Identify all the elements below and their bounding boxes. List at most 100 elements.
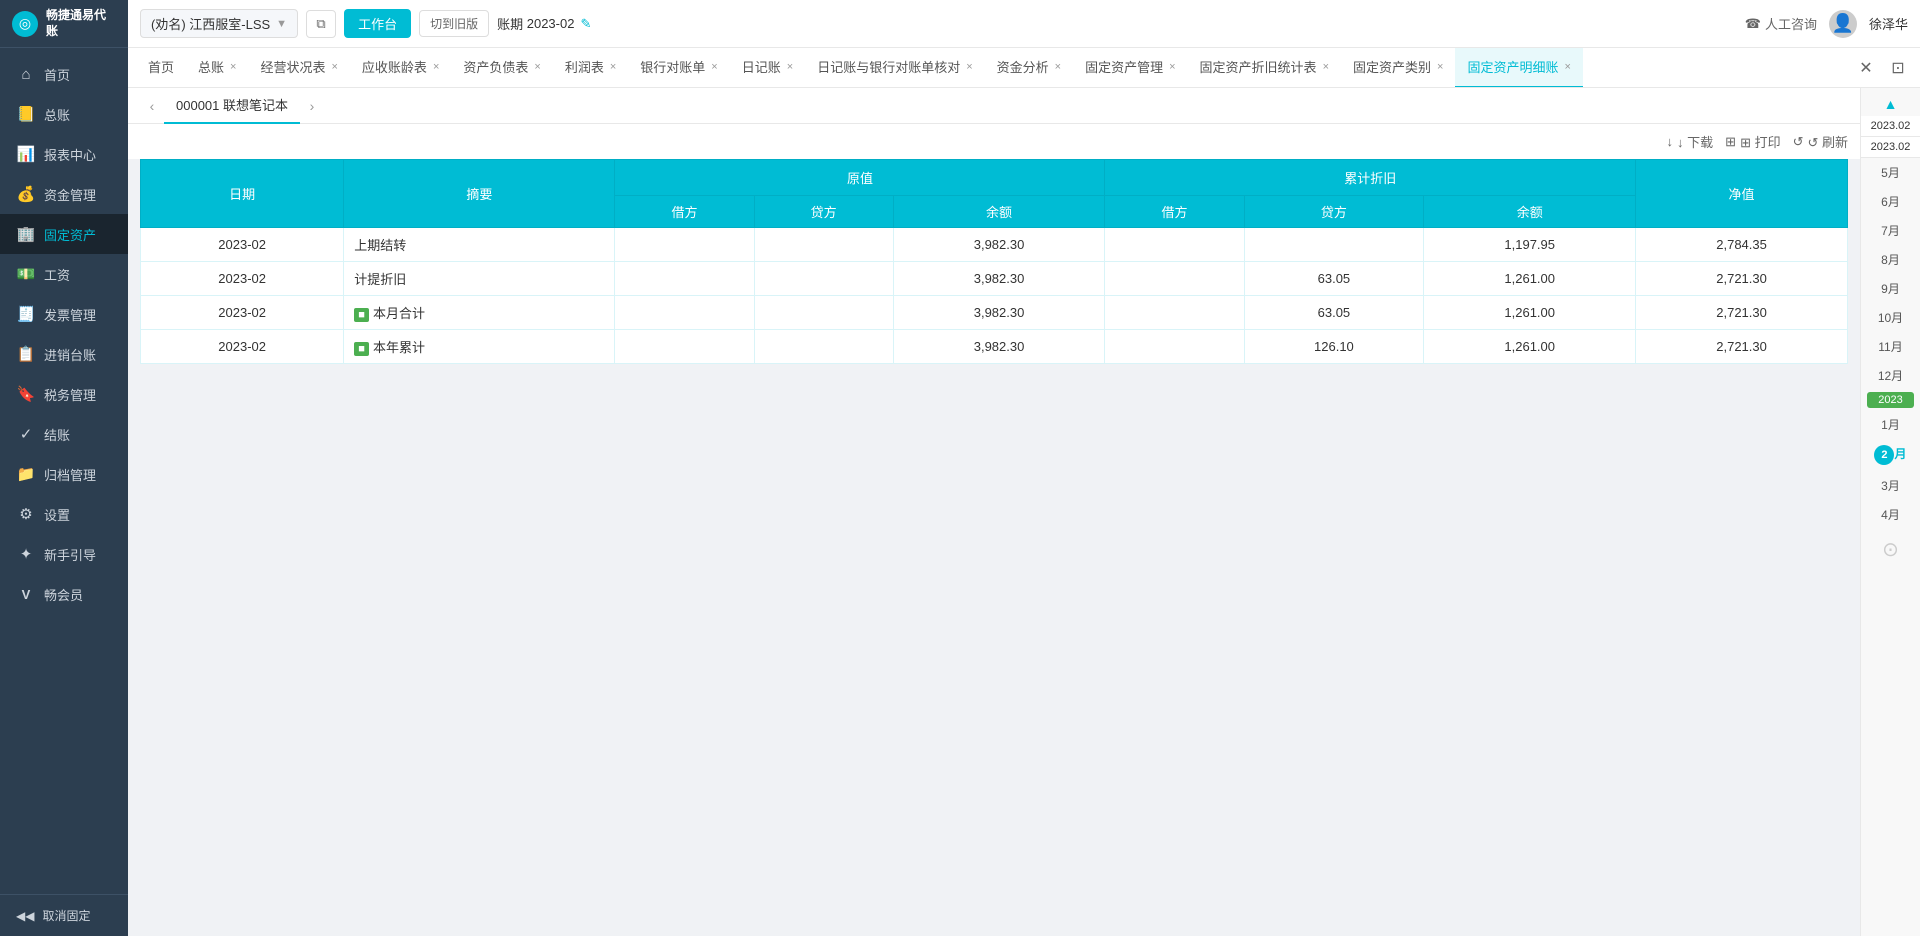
date-nav-month-5[interactable]: 5月: [1861, 158, 1920, 187]
sidebar-item-home[interactable]: ⌂ 首页: [0, 54, 128, 94]
invoice-icon: 🧾: [16, 304, 36, 324]
tab-ledger[interactable]: 总账 ×: [186, 48, 248, 88]
date-nav-month-12[interactable]: 12月: [1861, 361, 1920, 390]
date-nav-month-2[interactable]: 2月: [1861, 439, 1920, 471]
tab-fa-mgmt[interactable]: 固定资产管理 ×: [1073, 48, 1187, 88]
tab-status[interactable]: 经营状况表 ×: [248, 48, 349, 88]
row-description: ■本月合计: [344, 296, 615, 330]
user-avatar[interactable]: 👤: [1829, 10, 1857, 38]
table-toolbar: ↓ ↓ 下载 ⊞ ⊞ 打印 ↺ ↺ 刷新: [128, 124, 1860, 159]
row-tag: ■: [354, 342, 369, 356]
sidebar-item-settings[interactable]: ⚙ 设置: [0, 494, 128, 534]
sub-tab-asset-001[interactable]: 000001 联想笔记本: [164, 88, 300, 124]
tab-fa-depr-close[interactable]: ×: [1323, 61, 1329, 73]
date-nav-month-8[interactable]: 8月: [1861, 245, 1920, 274]
tab-bank-label: 银行对账单: [640, 57, 705, 76]
date-nav-month-9[interactable]: 9月: [1861, 274, 1920, 303]
sidebar-footer-unpin[interactable]: ◀◀ 取消固定: [0, 894, 128, 936]
copy-company-button[interactable]: ⧉: [306, 10, 336, 38]
date-nav-header-1: 2023.02: [1861, 116, 1920, 137]
tab-fa-depr[interactable]: 固定资产折旧统计表 ×: [1188, 48, 1341, 88]
tab-profit-close[interactable]: ×: [610, 61, 616, 73]
date-nav-scroll-icon[interactable]: ⊙: [1882, 529, 1899, 570]
workbench-button[interactable]: 工作台: [344, 9, 411, 38]
sidebar-item-ledger[interactable]: 📒 总账: [0, 94, 128, 134]
date-nav-month-3[interactable]: 3月: [1861, 471, 1920, 500]
username-label[interactable]: 徐泽华: [1869, 14, 1908, 33]
tab-fa-type[interactable]: 固定资产类别 ×: [1341, 48, 1455, 88]
tab-receivable[interactable]: 应收账龄表 ×: [350, 48, 451, 88]
sidebar-item-label: 发票管理: [44, 305, 96, 324]
tab-funds-close[interactable]: ×: [1055, 61, 1061, 73]
sidebar-item-archive[interactable]: 📁 归档管理: [0, 454, 128, 494]
tab-bank-verify[interactable]: 日记账与银行对账单核对 ×: [805, 48, 984, 88]
sidebar-item-label: 结账: [44, 425, 70, 444]
archive-icon: 📁: [16, 464, 36, 484]
sidebar-item-member[interactable]: V 畅会员: [0, 574, 128, 614]
support-button[interactable]: ☎ 人工咨询: [1745, 14, 1817, 33]
tab-status-close[interactable]: ×: [331, 61, 337, 73]
tab-profit[interactable]: 利润表 ×: [553, 48, 628, 88]
col-header-description: 摘要: [344, 160, 615, 228]
date-nav-month-7[interactable]: 7月: [1861, 216, 1920, 245]
print-icon: ⊞: [1725, 134, 1736, 150]
sidebar-item-reports[interactable]: 📊 报表中心: [0, 134, 128, 174]
sidebar-item-label: 进销台账: [44, 345, 96, 364]
sub-tab-next-button[interactable]: ›: [300, 94, 324, 118]
sidebar-item-sales[interactable]: 📋 进销台账: [0, 334, 128, 374]
tab-funds[interactable]: 资金分析 ×: [985, 48, 1073, 88]
tab-status-label: 经营状况表: [260, 57, 325, 76]
tab-ledger-close[interactable]: ×: [230, 61, 236, 73]
row-accum-balance: 1,261.00: [1424, 262, 1636, 296]
row-accum-balance: 1,261.00: [1424, 330, 1636, 364]
sidebar-item-invoice[interactable]: 🧾 发票管理: [0, 294, 128, 334]
download-icon: ↓: [1667, 134, 1674, 149]
sidebar-item-close[interactable]: ✓ 结账: [0, 414, 128, 454]
row-accum-balance: 1,197.95: [1424, 228, 1636, 262]
sidebar-item-payroll[interactable]: 💵 工资: [0, 254, 128, 294]
date-nav-month-4[interactable]: 4月: [1861, 500, 1920, 529]
sidebar-item-fixed-assets[interactable]: 🏢 固定资产: [0, 214, 128, 254]
date-nav-month-1[interactable]: 1月: [1861, 410, 1920, 439]
tab-bank-close[interactable]: ×: [711, 61, 717, 73]
period-edit-icon[interactable]: ✎: [580, 16, 591, 32]
tab-journal-label: 日记账: [742, 57, 781, 76]
date-nav-up-button[interactable]: ▲: [1861, 92, 1920, 116]
date-nav-month-11[interactable]: 11月: [1861, 332, 1920, 361]
sidebar-item-guide[interactable]: ✦ 新手引导: [0, 534, 128, 574]
table-row: 2023-02 ■本年累计 3,982.30 126.10 1,261.00 2…: [141, 330, 1848, 364]
tab-fa-type-close[interactable]: ×: [1437, 61, 1443, 73]
download-button[interactable]: ↓ ↓ 下载: [1667, 132, 1714, 151]
tab-balance-close[interactable]: ×: [534, 61, 540, 73]
tab-journal-close[interactable]: ×: [787, 61, 793, 73]
tab-fa-mgmt-close[interactable]: ×: [1169, 61, 1175, 73]
print-button[interactable]: ⊞ ⊞ 打印: [1725, 132, 1780, 151]
switch-version-button[interactable]: 切到旧版: [419, 10, 489, 37]
tab-receivable-label: 应收账龄表: [362, 57, 427, 76]
tab-bank[interactable]: 银行对账单 ×: [628, 48, 729, 88]
sub-tab-prev-button[interactable]: ‹: [140, 94, 164, 118]
period-label: 账期: [497, 14, 523, 33]
tab-bank-verify-close[interactable]: ×: [966, 61, 972, 73]
company-selector[interactable]: (劝名) 江西服室-LSS ▼: [140, 9, 298, 38]
tab-fa-detail[interactable]: 固定资产明细账 ×: [1455, 48, 1582, 88]
sidebar-item-tax[interactable]: 🔖 税务管理: [0, 374, 128, 414]
sidebar-item-label: 税务管理: [44, 385, 96, 404]
date-nav-month-6[interactable]: 6月: [1861, 187, 1920, 216]
date-nav-month-10[interactable]: 10月: [1861, 303, 1920, 332]
tab-receivable-close[interactable]: ×: [433, 61, 439, 73]
refresh-button[interactable]: ↺ ↺ 刷新: [1793, 132, 1848, 151]
sidebar-item-funds[interactable]: 💰 资金管理: [0, 174, 128, 214]
tab-balance[interactable]: 资产负债表 ×: [451, 48, 552, 88]
tab-journal[interactable]: 日记账 ×: [730, 48, 805, 88]
copy-icon: ⧉: [316, 16, 325, 32]
expand-tabs-button[interactable]: ⊡: [1884, 54, 1912, 82]
row-net-value: 2,784.35: [1636, 228, 1848, 262]
row-tag: ■: [354, 308, 369, 322]
table-container: 日期 摘要 原值 累计折旧 净值 借方 贷方 余额 借方 贷方 余额: [128, 159, 1860, 936]
tab-fa-detail-close[interactable]: ×: [1564, 61, 1570, 73]
print-label: ⊞ 打印: [1740, 132, 1781, 151]
tab-home[interactable]: 首页: [136, 48, 186, 88]
close-all-tabs-button[interactable]: ✕: [1852, 54, 1880, 82]
col-header-net-value: 净值: [1636, 160, 1848, 228]
